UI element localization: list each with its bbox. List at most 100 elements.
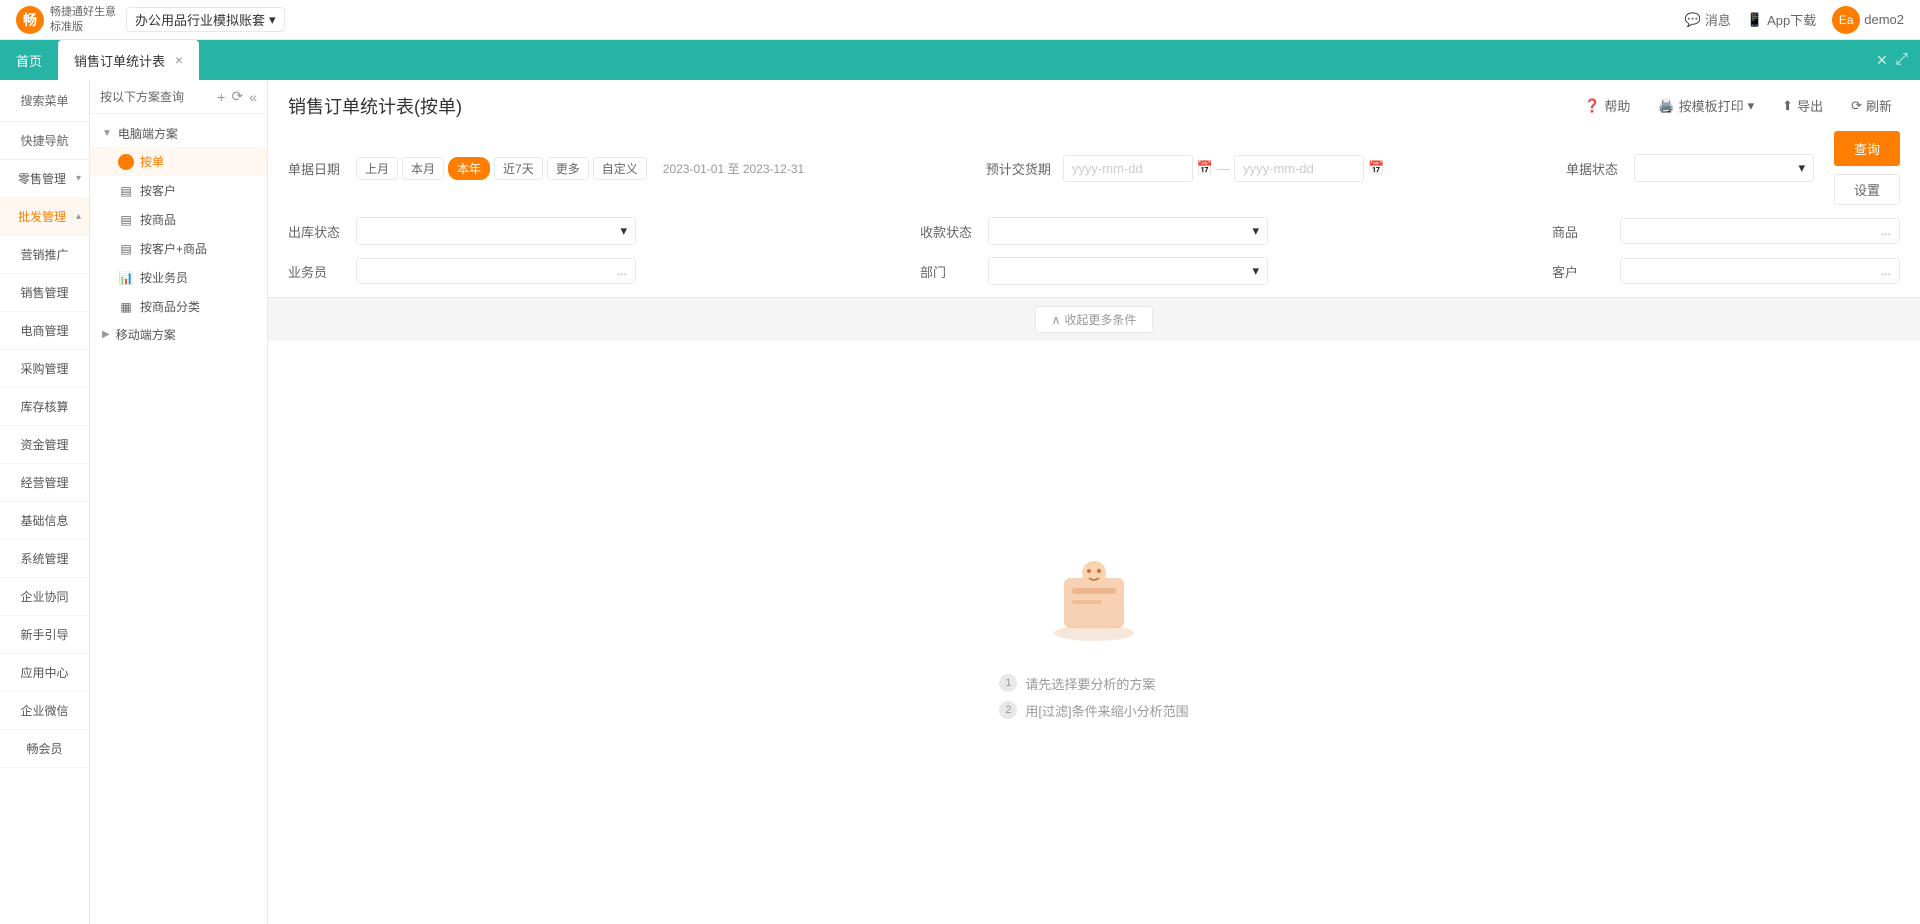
estimated-date-start[interactable]: [1063, 155, 1193, 182]
scheme-item-by-customer-product[interactable]: ▤ 按客户+商品: [90, 234, 267, 263]
scheme-item-by-customer[interactable]: ▤ 按客户: [90, 176, 267, 205]
messages-button[interactable]: 💬 消息: [1685, 10, 1731, 29]
sidebar-item-wholesale[interactable]: 批发管理 ▴: [0, 198, 89, 236]
filter-area: 单据日期 上月 本月 本年 近7天 更多 自定义 2023-01-01 至 20…: [268, 119, 1920, 298]
payment-status-select[interactable]: ▾: [988, 217, 1268, 245]
salesman-select[interactable]: ...: [356, 258, 636, 284]
sidebar-item-purchase[interactable]: 采购管理: [0, 350, 89, 388]
close-window-icon[interactable]: ×: [1877, 50, 1888, 71]
pc-group-label: 电脑端方案: [118, 125, 255, 142]
sidebar-item-wechat[interactable]: 企业微信: [0, 692, 89, 730]
scheme-group-pc-header[interactable]: ▼ 电脑端方案: [90, 120, 267, 147]
quick-nav-button[interactable]: 快捷导航: [0, 126, 89, 155]
status-label: 单据状态: [1566, 159, 1622, 178]
query-button[interactable]: 查询: [1834, 131, 1900, 166]
calendar-start-icon[interactable]: 📅: [1197, 160, 1213, 176]
scheme-panel-title: 按以下方案查询: [100, 88, 184, 105]
print-button[interactable]: 🖨️ 按模板打印 ▾: [1650, 92, 1762, 119]
chevron-right-icon: ▾: [76, 173, 81, 184]
by-salesman-label: 按业务员: [140, 269, 188, 286]
sidebar-item-operation[interactable]: 经营管理: [0, 464, 89, 502]
app-download-button[interactable]: 📱 App下载: [1747, 10, 1816, 29]
empty-tips: 1 请先选择要分析的方案 2 用[过滤]条件来缩小分析范围: [999, 674, 1188, 728]
sidebar-item-marketing[interactable]: 营销推广: [0, 236, 89, 274]
sidebar-item-ecommerce[interactable]: 电商管理: [0, 312, 89, 350]
collapse-label: 收起更多条件: [1064, 311, 1136, 328]
nav-tabs-actions: × ⤢: [1877, 50, 1920, 71]
sidebar-item-retail[interactable]: 零售管理 ▾: [0, 160, 89, 198]
customer-select[interactable]: ...: [1620, 258, 1900, 284]
close-tab-icon[interactable]: ×: [175, 52, 183, 68]
maximize-icon[interactable]: ⤢: [1895, 51, 1908, 69]
scheme-group-mobile-header[interactable]: ▶ 移动端方案: [90, 321, 267, 348]
sidebar-item-appstore[interactable]: 应用中心: [0, 654, 89, 692]
filter-row-1: 单据日期 上月 本月 本年 近7天 更多 自定义 2023-01-01 至 20…: [288, 131, 1900, 205]
delivery-status-select[interactable]: ▾: [356, 217, 636, 245]
sidebar-item-enterprise[interactable]: 企业协同: [0, 578, 89, 616]
calendar-end-icon[interactable]: 📅: [1368, 160, 1384, 176]
customer-product-scheme-icon: ▤: [118, 241, 134, 257]
settings-button[interactable]: 设置: [1834, 174, 1900, 205]
scheme-panel: 按以下方案查询 + ⟳ « ▼ 电脑端方案 ● 按单: [90, 80, 268, 924]
scheme-item-by-category[interactable]: ▦ 按商品分类: [90, 292, 267, 321]
status-select[interactable]: ▾: [1634, 154, 1814, 182]
logo-icon: 畅: [16, 6, 44, 34]
main-content: 销售订单统计表(按单) ❓ 帮助 🖨️ 按模板打印 ▾ ⬆ 导出: [268, 80, 1920, 924]
goods-select[interactable]: ...: [1620, 218, 1900, 244]
refresh-button[interactable]: ⟳ 刷新: [1843, 92, 1900, 119]
sidebar-item-sales[interactable]: 销售管理: [0, 274, 89, 312]
customer-more-icon[interactable]: ...: [1881, 264, 1891, 278]
filter-row-3: 业务员 ... 部门 ▾ 客户 ...: [288, 257, 1900, 285]
help-button[interactable]: ❓ 帮助: [1576, 92, 1638, 119]
user-menu-button[interactable]: Ea demo2: [1832, 6, 1904, 34]
estimated-date-end[interactable]: [1234, 155, 1364, 182]
refresh-icon: ⟳: [1851, 98, 1862, 114]
last-month-btn[interactable]: 上月: [356, 157, 398, 180]
collapse-scheme-icon[interactable]: «: [249, 89, 257, 105]
goods-more-icon[interactable]: ...: [1881, 224, 1891, 238]
salesman-more-icon[interactable]: ...: [617, 264, 627, 278]
export-icon: ⬆: [1782, 98, 1793, 114]
dept-dropdown-icon: ▾: [1252, 263, 1259, 279]
tip-num-1: 1: [999, 674, 1017, 692]
this-year-btn[interactable]: 本年: [448, 157, 490, 180]
sidebar-item-finance[interactable]: 资金管理: [0, 426, 89, 464]
custom-btn[interactable]: 自定义: [593, 157, 647, 180]
scheme-group-mobile: ▶ 移动端方案: [90, 321, 267, 348]
avatar: Ea: [1832, 6, 1860, 34]
dept-select[interactable]: ▾: [988, 257, 1268, 285]
sidebar-item-system[interactable]: 系统管理: [0, 540, 89, 578]
empty-illustration: [1034, 538, 1154, 658]
payment-status-label: 收款状态: [920, 222, 976, 241]
sidebar-item-newbie[interactable]: 新手引导: [0, 616, 89, 654]
refresh-scheme-icon[interactable]: ⟳: [231, 88, 243, 105]
collapse-button[interactable]: ∧ 收起更多条件: [1035, 306, 1154, 333]
scheme-item-by-order[interactable]: ● 按单: [90, 147, 267, 176]
print-dropdown-icon: ▾: [1748, 98, 1755, 114]
customer-label: 客户: [1552, 262, 1608, 281]
scheme-item-by-product[interactable]: ▤ 按商品: [90, 205, 267, 234]
last7-btn[interactable]: 近7天: [494, 157, 543, 180]
sidebar-item-inventory[interactable]: 库存核算: [0, 388, 89, 426]
company-select[interactable]: 办公用品行业模拟账套 ▾: [126, 7, 285, 32]
sidebar-item-member[interactable]: 畅会员: [0, 730, 89, 768]
main-layout: 搜索菜单 快捷导航 零售管理 ▾ 批发管理 ▴ 营销推广 销售管理 电商管理: [0, 80, 1920, 924]
empty-tip-1: 1 请先选择要分析的方案: [999, 674, 1188, 693]
tab-sales-stats[interactable]: 销售订单统计表 ×: [58, 40, 199, 80]
scheme-panel-header: 按以下方案查询 + ⟳ «: [90, 80, 267, 114]
scheme-section-pc: ▼ 电脑端方案 ● 按单 ▤ 按客户 ▤: [90, 114, 267, 354]
tab-home[interactable]: 首页: [0, 40, 58, 80]
logo-text: 畅捷通好生意 标准版: [50, 5, 116, 34]
export-button[interactable]: ⬆ 导出: [1774, 92, 1831, 119]
scheme-item-by-salesman[interactable]: 📊 按业务员: [90, 263, 267, 292]
search-menu-button[interactable]: 搜索菜单: [8, 88, 81, 113]
pc-group-arrow-icon: ▼: [102, 128, 112, 139]
chevron-up-icon: ▴: [76, 211, 81, 222]
category-scheme-icon: ▦: [118, 299, 134, 315]
page-title: 销售订单统计表(按单): [288, 93, 462, 119]
more-btn[interactable]: 更多: [547, 157, 589, 180]
this-month-btn[interactable]: 本月: [402, 157, 444, 180]
sidebar-item-basic[interactable]: 基础信息: [0, 502, 89, 540]
add-scheme-icon[interactable]: +: [217, 89, 225, 105]
print-icon: 🖨️: [1658, 98, 1674, 114]
